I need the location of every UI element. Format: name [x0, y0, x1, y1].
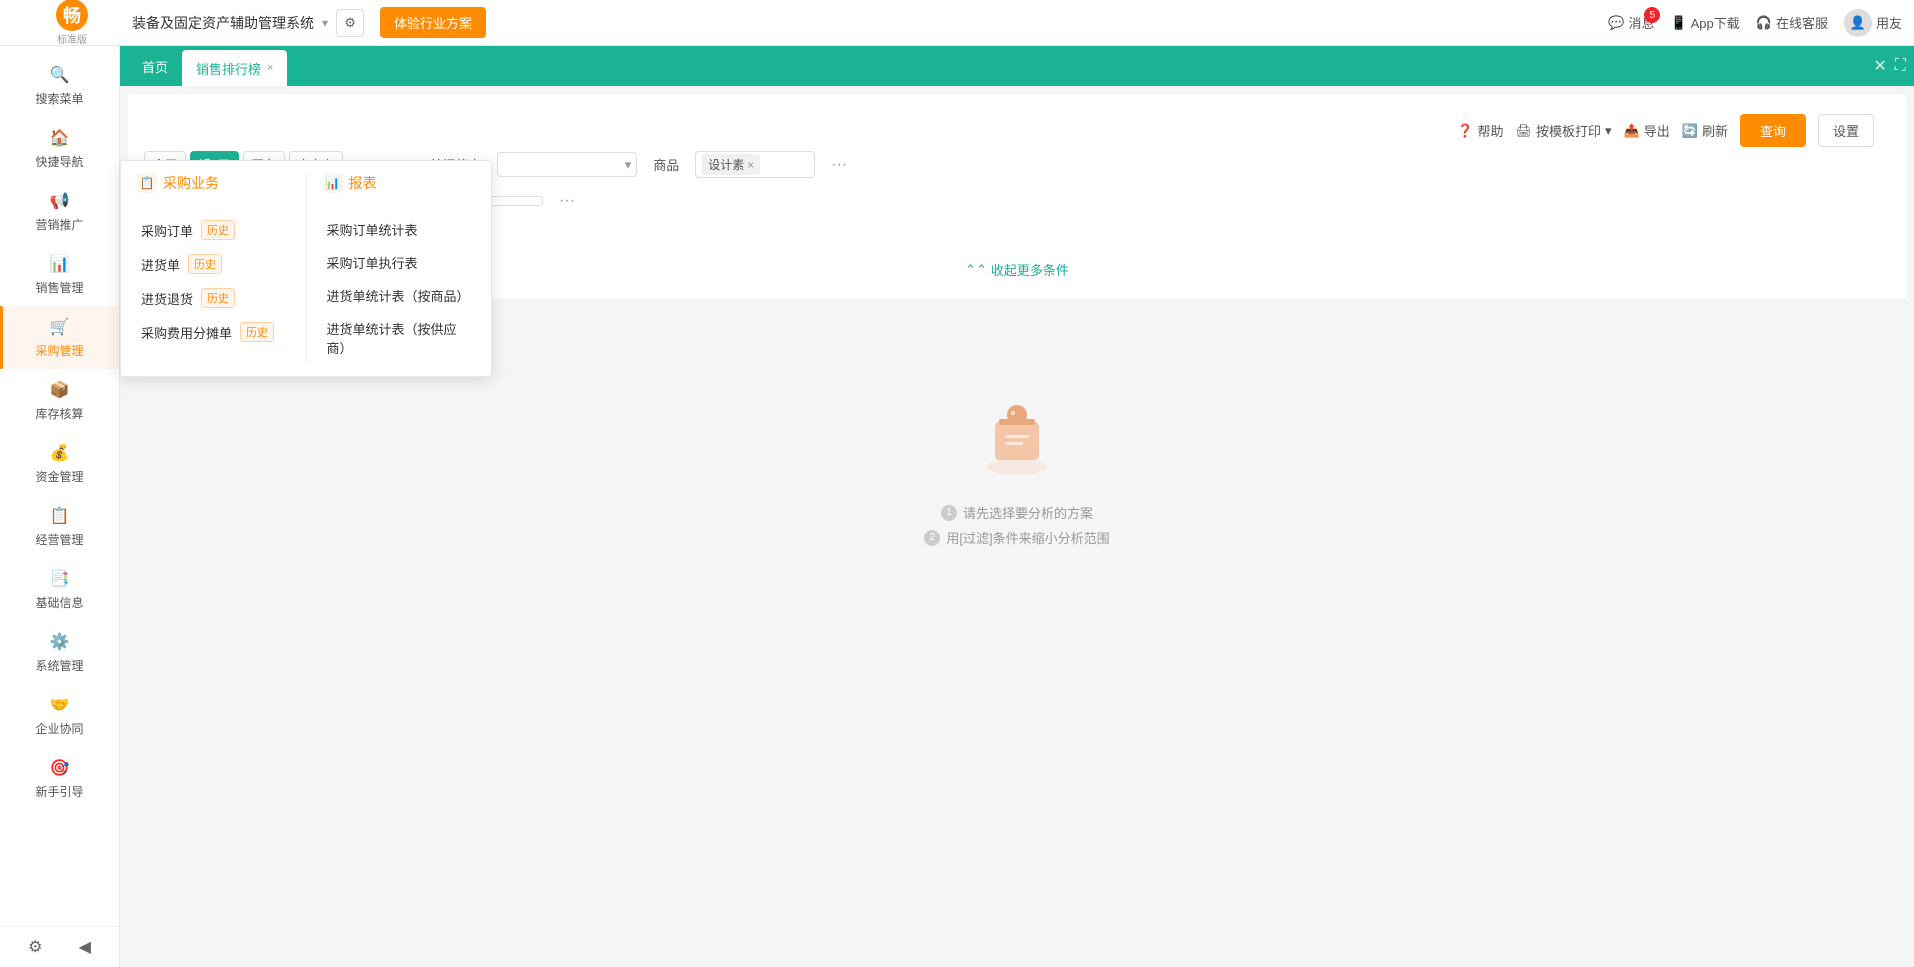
report-inbound-goods-item[interactable]: 进货单统计表（按商品） — [323, 279, 476, 312]
message-icon: 💬 — [1608, 15, 1624, 31]
purchase-return-item[interactable]: 进货退货 历史 — [137, 281, 290, 315]
system-dropdown-arrow[interactable]: ▾ — [322, 16, 328, 30]
goods-tag-close[interactable]: × — [747, 158, 754, 172]
phone-icon: 📱 — [1670, 15, 1686, 31]
help-button[interactable]: ❓ 帮助 — [1457, 121, 1503, 140]
sidebar-item-newbie[interactable]: 🎯 新手引导 — [0, 747, 119, 810]
goods-label: 商品 — [653, 155, 679, 174]
purchase-inbound-item[interactable]: 进货单 历史 — [137, 247, 290, 281]
marketing-icon: 📢 — [49, 190, 71, 212]
tab-sales-ranking[interactable]: 销售排行榜 × — [182, 50, 287, 86]
goods-tag: 设计素 × — [702, 154, 760, 175]
collapse-sidebar-icon[interactable]: ◀ — [79, 937, 91, 957]
close-window-icon[interactable]: ✕ — [1873, 56, 1886, 76]
purchase-icon: 🛒 — [49, 316, 71, 338]
industry-button[interactable]: 体验行业方案 — [380, 7, 486, 38]
empty-hint-2: 2 用[过滤]条件来缩小分析范围 — [924, 528, 1109, 547]
purchase-expense-item[interactable]: 采购费用分摊单 历史 — [137, 315, 290, 349]
operations-icon: 📋 — [49, 505, 71, 527]
export-button[interactable]: 📤 导出 — [1624, 121, 1670, 140]
tab-bar: 首页 销售排行榜 × ✕ ⛶ — [120, 46, 1914, 86]
report-order-stat-item[interactable]: 采购订单统计表 — [323, 213, 476, 246]
purchase-col-title: 📋 采购业务 — [137, 173, 290, 201]
empty-hint-1: 1 请先选择要分析的方案 — [941, 503, 1093, 522]
settings-bottom-icon[interactable]: ⚙ — [28, 937, 42, 957]
purchase-expense-hist: 历史 — [240, 322, 274, 342]
print-dropdown-icon[interactable]: ▾ — [1605, 123, 1612, 139]
sidebar-bottom: ⚙ ◀ — [0, 926, 119, 967]
report-title-icon: 📊 — [323, 173, 343, 193]
purchase-order-hist: 历史 — [201, 220, 235, 240]
sales-icon: 📊 — [49, 253, 71, 275]
headset-icon: 🎧 — [1756, 15, 1772, 31]
purchase-dropdown-menu: 📋 采购业务 采购订单 历史 进货单 历史 进货退货 历史 采购费用分摊单 历史… — [120, 160, 492, 377]
purchase-title-icon: 📋 — [137, 173, 157, 193]
report-inbound-supplier-item[interactable]: 进货单统计表（按供应商） — [323, 312, 476, 364]
system-title: 装备及固定资产辅助管理系统 — [132, 13, 314, 33]
tab-bar-right: ✕ ⛶ — [1873, 56, 1906, 76]
empty-illustration — [967, 387, 1067, 487]
purchase-col: 📋 采购业务 采购订单 历史 进货单 历史 进货退货 历史 采购费用分摊单 历史 — [121, 173, 306, 364]
home-icon: 🏠 — [49, 127, 71, 149]
print-icon: 🖨 — [1516, 123, 1533, 139]
app-download-button[interactable]: 📱 App下载 — [1670, 13, 1739, 32]
export-icon: 📤 — [1624, 123, 1640, 139]
tab-close-icon[interactable]: × — [267, 62, 273, 74]
purchase-inbound-hist: 历史 — [188, 254, 222, 274]
query-button[interactable]: 查询 — [1740, 114, 1806, 147]
search-icon: 🔍 — [49, 64, 71, 86]
basic-icon: 📑 — [49, 568, 71, 590]
sidebar-item-purchase[interactable]: 🛒 采购管理 — [0, 306, 119, 369]
avatar: 👤 — [1844, 9, 1872, 37]
sidebar-item-marketing[interactable]: 📢 营销推广 — [0, 180, 119, 243]
sidebar-item-finance[interactable]: 💰 资金管理 — [0, 432, 119, 495]
purchase-return-hist: 历史 — [201, 288, 235, 308]
doc-status-select-wrap: ▾ — [497, 152, 637, 177]
collapse-up-icon: ⌃⌃ — [965, 262, 987, 278]
logo-subtitle: 标准版 — [57, 31, 87, 46]
purchase-order-item[interactable]: 采购订单 历史 — [137, 213, 290, 247]
inventory-icon: 📦 — [49, 379, 71, 401]
salesperson-more-btn[interactable]: ··· — [559, 192, 575, 210]
sidebar-item-basic[interactable]: 📑 基础信息 — [0, 558, 119, 621]
sidebar-item-inventory[interactable]: 📦 库存核算 — [0, 369, 119, 432]
sidebar-item-system[interactable]: ⚙️ 系统管理 — [0, 621, 119, 684]
report-col: 📊 报表 采购订单统计表 采购订单执行表 进货单统计表（按商品） 进货单统计表（… — [306, 173, 492, 364]
toolbar: ❓ 帮助 🖨 按模板打印 ▾ 📤 导出 🔄 刷新 — [144, 106, 1890, 147]
user-menu[interactable]: 👤 用友 — [1844, 9, 1902, 37]
goods-input-area[interactable]: 设计素 × — [695, 151, 815, 178]
sidebar-item-search[interactable]: 🔍 搜索菜单 — [0, 54, 119, 117]
logo-icon: 畅 — [56, 0, 88, 31]
goods-more-btn[interactable]: ··· — [831, 156, 847, 174]
newbie-icon: 🎯 — [49, 757, 71, 779]
maximize-icon[interactable]: ⛶ — [1895, 57, 1906, 75]
system-icon: ⚙️ — [49, 631, 71, 653]
tab-home[interactable]: 首页 — [128, 46, 182, 86]
step-2-num: 2 — [924, 530, 940, 546]
help-icon: ❓ — [1457, 123, 1473, 139]
print-button[interactable]: 🖨 按模板打印 ▾ — [1516, 121, 1612, 140]
header-right: 💬 消息 5 📱 App下载 🎧 在线客服 👤 用友 — [1608, 9, 1902, 37]
refresh-button[interactable]: 🔄 刷新 — [1682, 121, 1728, 140]
report-col-title: 📊 报表 — [323, 173, 476, 201]
gear-button[interactable]: ⚙ — [336, 9, 364, 37]
sidebar-item-enterprise[interactable]: 🤝 企业协同 — [0, 684, 119, 747]
step-1-num: 1 — [941, 505, 957, 521]
sidebar: 🔍 搜索菜单 🏠 快捷导航 📢 营销推广 📊 销售管理 🛒 采购管理 📦 库存核… — [0, 46, 120, 967]
set-button[interactable]: 设置 — [1818, 114, 1874, 147]
message-button[interactable]: 💬 消息 5 — [1608, 13, 1654, 32]
report-order-exec-item[interactable]: 采购订单执行表 — [323, 246, 476, 279]
doc-status-select[interactable] — [497, 152, 637, 177]
system-title-area: 装备及固定资产辅助管理系统 ▾ ⚙ 体验行业方案 — [132, 7, 1608, 38]
online-service-button[interactable]: 🎧 在线客服 — [1756, 13, 1828, 32]
sidebar-item-operations[interactable]: 📋 经营管理 — [0, 495, 119, 558]
finance-icon: 💰 — [49, 442, 71, 464]
enterprise-icon: 🤝 — [49, 694, 71, 716]
sidebar-item-sales[interactable]: 📊 销售管理 — [0, 243, 119, 306]
sidebar-item-quick[interactable]: 🏠 快捷导航 — [0, 117, 119, 180]
refresh-icon: 🔄 — [1682, 123, 1698, 139]
logo-area: 畅 标准版 — [12, 0, 132, 46]
top-header: 畅 标准版 装备及固定资产辅助管理系统 ▾ ⚙ 体验行业方案 💬 消息 5 📱 … — [0, 0, 1914, 46]
message-badge: 5 — [1644, 7, 1660, 23]
